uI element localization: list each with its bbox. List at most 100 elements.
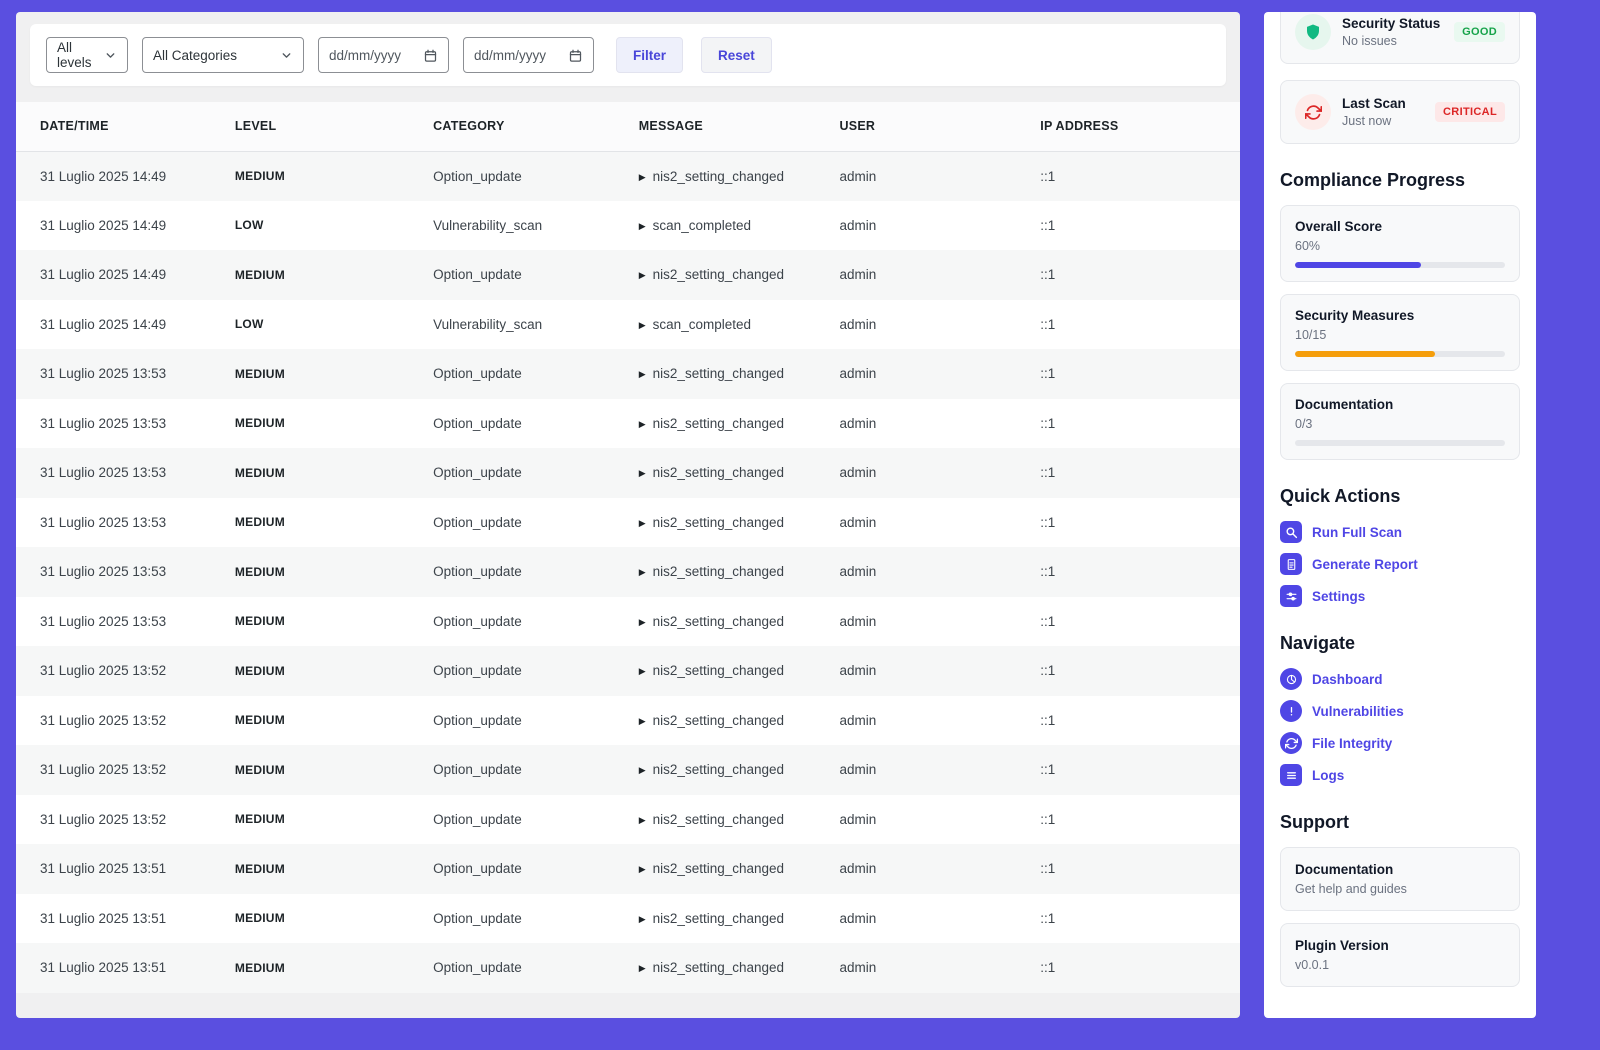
disclosure-icon[interactable]: ▶ xyxy=(639,864,646,875)
link-label: Logs xyxy=(1312,768,1344,783)
alert-icon xyxy=(1280,700,1302,722)
log-message-cell[interactable]: ▶scan_completed xyxy=(627,201,828,251)
log-ip-cell: ::1 xyxy=(1028,597,1240,647)
log-message-cell[interactable]: ▶nis2_setting_changed xyxy=(627,844,828,894)
log-user-cell: admin xyxy=(827,448,1028,498)
log-category-cell: Option_update xyxy=(421,943,627,993)
disclosure-icon[interactable]: ▶ xyxy=(639,914,646,925)
disclosure-icon[interactable]: ▶ xyxy=(639,567,646,578)
log-level-cell: MEDIUM xyxy=(223,547,421,597)
category-select[interactable]: All Categories xyxy=(142,37,304,73)
disclosure-icon[interactable]: ▶ xyxy=(639,419,646,430)
disclosure-icon[interactable]: ▶ xyxy=(639,815,646,826)
log-message-cell[interactable]: ▶nis2_setting_changed xyxy=(627,597,828,647)
table-header-row: Date/Time Level Category Message User IP… xyxy=(16,102,1240,151)
disclosure-icon[interactable]: ▶ xyxy=(639,518,646,529)
log-message-text: nis2_setting_changed xyxy=(653,515,784,530)
log-user-cell: admin xyxy=(827,250,1028,300)
compliance-heading: Compliance Progress xyxy=(1280,170,1520,191)
refresh-icon xyxy=(1295,94,1331,130)
log-message-cell[interactable]: ▶ nis2_setting_changed xyxy=(627,696,828,746)
log-level-cell: LOW xyxy=(223,300,421,350)
log-ip-cell: ::1 xyxy=(1028,795,1240,845)
log-level-cell: MEDIUM xyxy=(223,151,421,201)
settings-icon xyxy=(1280,585,1302,607)
disclosure-icon[interactable]: ▶ xyxy=(639,369,646,380)
log-message-cell[interactable]: ▶nis2_setting_changed xyxy=(627,151,828,201)
log-message-cell[interactable]: ▶ nis2_setting_changed xyxy=(627,399,828,449)
log-message-text: nis2_setting_changed xyxy=(653,713,784,728)
log-level-cell: MEDIUM xyxy=(223,844,421,894)
log-message-cell[interactable]: ▶nis2_setting_changed xyxy=(627,547,828,597)
date-to-input[interactable]: dd/mm/yyyy xyxy=(463,37,594,73)
calendar-icon[interactable] xyxy=(423,48,438,63)
progress-fill xyxy=(1295,262,1421,268)
log-ip-cell: ::1 xyxy=(1028,498,1240,548)
col-header-datetime: Date/Time xyxy=(16,102,223,151)
disclosure-icon[interactable]: ▶ xyxy=(639,320,646,331)
link-label: Settings xyxy=(1312,589,1365,604)
progress-title: Overall Score xyxy=(1295,219,1505,234)
log-message-cell[interactable]: ▶nis2_setting_changed xyxy=(627,448,828,498)
reset-button[interactable]: Reset xyxy=(701,37,772,73)
log-message-cell[interactable]: ▶nis2_setting_changed xyxy=(627,943,828,993)
disclosure-icon[interactable]: ▶ xyxy=(639,172,646,183)
disclosure-icon[interactable]: ▶ xyxy=(639,765,646,776)
log-category-cell: Option_update xyxy=(421,151,627,201)
log-message-text: nis2_setting_changed xyxy=(653,416,784,431)
log-message-cell[interactable]: ▶nis2_setting_changed xyxy=(627,745,828,795)
table-row: 31 Luglio 2025 13:53MEDIUMOption_update▶… xyxy=(16,597,1240,647)
log-ip-cell: ::1 xyxy=(1028,250,1240,300)
link-label: Vulnerabilities xyxy=(1312,704,1404,719)
disclosure-icon[interactable]: ▶ xyxy=(639,221,646,232)
log-datetime-cell: 31 Luglio 2025 13:52 xyxy=(16,795,223,845)
log-ip-cell: ::1 xyxy=(1028,696,1240,746)
log-message-cell[interactable]: ▶ nis2_setting_changed xyxy=(627,894,828,944)
log-level-cell: MEDIUM xyxy=(223,745,421,795)
sync-icon xyxy=(1280,732,1302,754)
log-datetime-cell: 31 Luglio 2025 14:49 xyxy=(16,201,223,251)
log-level-cell: MEDIUM xyxy=(223,448,421,498)
filter-bar: All levels All Categories dd/mm/yyyy dd/… xyxy=(30,24,1226,86)
log-category-cell: Option_update xyxy=(421,547,627,597)
log-level-cell: MEDIUM xyxy=(223,349,421,399)
run-full-scan-link[interactable]: Run Full Scan xyxy=(1280,521,1520,543)
filter-button[interactable]: Filter xyxy=(616,37,683,73)
log-level-cell: MEDIUM xyxy=(223,498,421,548)
log-datetime-cell: 31 Luglio 2025 13:53 xyxy=(16,349,223,399)
file-integrity-link[interactable]: File Integrity xyxy=(1280,732,1520,754)
generate-report-link[interactable]: Generate Report xyxy=(1280,553,1520,575)
log-message-cell[interactable]: ▶ nis2_setting_changed xyxy=(627,646,828,696)
col-header-ip: IP Address xyxy=(1028,102,1240,151)
log-level-cell: MEDIUM xyxy=(223,250,421,300)
log-message-cell[interactable]: ▶scan_completed xyxy=(627,300,828,350)
level-select-value: All levels xyxy=(57,40,96,70)
disclosure-icon[interactable]: ▶ xyxy=(639,963,646,974)
settings-link[interactable]: Settings xyxy=(1280,585,1520,607)
date-from-input[interactable]: dd/mm/yyyy xyxy=(318,37,449,73)
progress-track xyxy=(1295,351,1505,357)
calendar-icon[interactable] xyxy=(568,48,583,63)
level-select[interactable]: All levels xyxy=(46,37,128,73)
col-header-message: Message xyxy=(627,102,828,151)
log-ip-cell: ::1 xyxy=(1028,151,1240,201)
disclosure-icon[interactable]: ▶ xyxy=(639,468,646,479)
log-message-cell[interactable]: ▶nis2_setting_changed xyxy=(627,349,828,399)
documentation-card[interactable]: Documentation Get help and guides xyxy=(1280,847,1520,911)
log-message-cell[interactable]: ▶ nis2_setting_changed xyxy=(627,498,828,548)
last-scan-title: Last Scan xyxy=(1342,96,1406,111)
disclosure-icon[interactable]: ▶ xyxy=(639,666,646,677)
log-message-text: nis2_setting_changed xyxy=(653,663,784,678)
vulnerabilities-link[interactable]: Vulnerabilities xyxy=(1280,700,1520,722)
log-user-cell: admin xyxy=(827,646,1028,696)
logs-link[interactable]: Logs xyxy=(1280,764,1520,786)
shield-icon xyxy=(1295,14,1331,50)
disclosure-icon[interactable]: ▶ xyxy=(639,270,646,281)
disclosure-icon[interactable]: ▶ xyxy=(639,617,646,628)
log-message-cell[interactable]: ▶nis2_setting_changed xyxy=(627,250,828,300)
disclosure-icon[interactable]: ▶ xyxy=(639,716,646,727)
dashboard-link[interactable]: Dashboard xyxy=(1280,668,1520,690)
log-message-cell[interactable]: ▶nis2_setting_changed xyxy=(627,795,828,845)
col-header-user: User xyxy=(827,102,1028,151)
log-message-text: nis2_setting_changed xyxy=(653,911,784,926)
